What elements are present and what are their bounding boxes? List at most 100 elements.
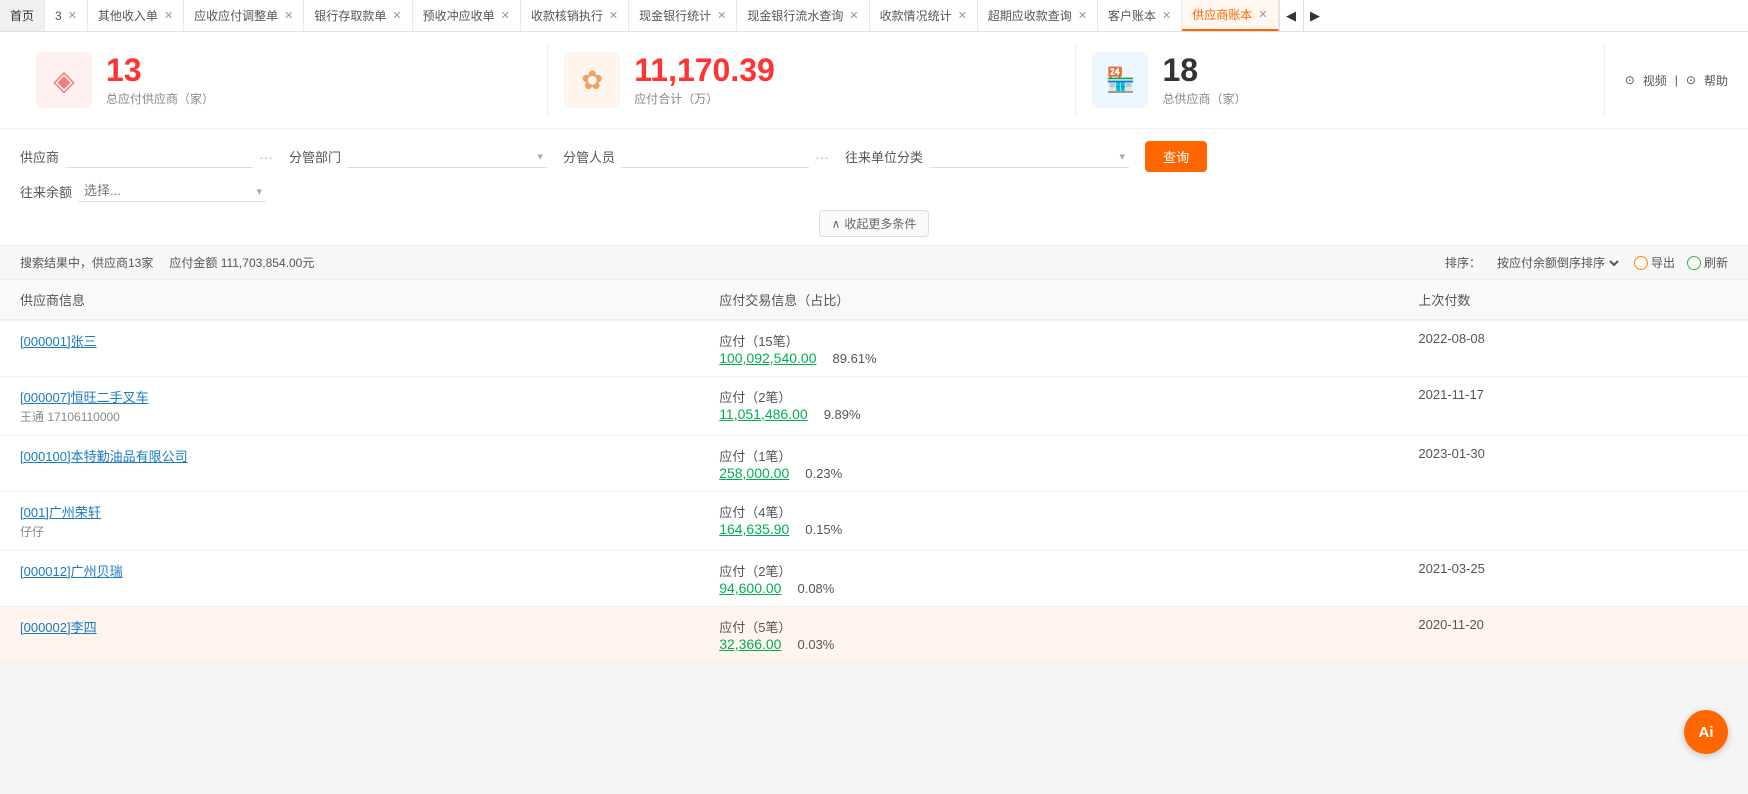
- dept-select-wrap[interactable]: ▾: [347, 146, 547, 168]
- refresh-label: 刷新: [1704, 254, 1728, 271]
- nav-tab-other-income-close[interactable]: ✕: [164, 9, 173, 22]
- supplier-link[interactable]: [000007]恒旺二手叉车: [20, 390, 149, 405]
- nav-tab-customer-ledger[interactable]: 客户账本 ✕: [1098, 0, 1182, 31]
- top-nav: 首页 3 ✕ 其他收入单 ✕ 应收应付调整单 ✕ 银行存取款单 ✕ 预收冲应收单…: [0, 0, 1748, 32]
- pay-count: 应付（2笔）: [719, 387, 1378, 406]
- pay-count: 应付（2笔）: [719, 561, 1378, 580]
- ai-button[interactable]: Ai: [1684, 710, 1728, 754]
- export-button[interactable]: 导出: [1634, 254, 1675, 271]
- pay-amount-link[interactable]: 11,051,486.00: [719, 406, 808, 422]
- nav-tab-3-close[interactable]: ✕: [68, 9, 77, 22]
- nav-tab-3[interactable]: 3 ✕: [45, 0, 88, 31]
- supplier-link[interactable]: [000001]张三: [20, 334, 97, 349]
- table-header-row: 供应商信息 应付交易信息（占比） 上次付数: [0, 280, 1748, 320]
- nav-tab-supplier-ledger[interactable]: 供应商账本 ✕: [1182, 0, 1278, 31]
- nav-tab-pre-collect[interactable]: 预收冲应收单 ✕: [413, 0, 521, 31]
- nav-tab-supplier-ledger-close[interactable]: ✕: [1258, 8, 1267, 21]
- nav-tab-cash-stat-close[interactable]: ✕: [717, 9, 726, 22]
- col-last-pay: 上次付数: [1398, 280, 1748, 320]
- nav-tab-collect-stat[interactable]: 收款情况统计 ✕: [870, 0, 978, 31]
- balance-filter-input[interactable]: [78, 180, 266, 202]
- nav-tab-cash-stat[interactable]: 现金银行统计 ✕: [629, 0, 737, 31]
- nav-tab-overdue-ar-close[interactable]: ✕: [1078, 9, 1087, 22]
- pay-amount-link[interactable]: 100,092,540.00: [719, 350, 816, 366]
- unit-type-label: 往来单位分类: [845, 147, 923, 166]
- links-separator: |: [1675, 73, 1678, 87]
- nav-tab-other-income[interactable]: 其他收入单 ✕: [88, 0, 184, 31]
- collapse-filter-button[interactable]: ∧ 收起更多条件: [819, 210, 930, 237]
- last-pay-cell: [1398, 492, 1748, 551]
- pay-amount-link[interactable]: 164,635.90: [719, 521, 789, 537]
- nav-tab-payment-exec-close[interactable]: ✕: [609, 9, 618, 22]
- stat-icon-diamond: ◈: [36, 52, 92, 108]
- nav-tab-home-label: 首页: [10, 7, 34, 24]
- pay-info-cell: 应付（4笔） 164,635.90 0.15%: [699, 492, 1398, 551]
- nav-tab-bank-deposit-label: 银行存取款单: [314, 7, 386, 24]
- nav-tab-cash-flow[interactable]: 现金银行流水查询 ✕: [737, 0, 869, 31]
- table-row: [000100]本特勤油品有限公司应付（1笔） 258,000.00 0.23%…: [0, 436, 1748, 492]
- nav-tab-bank-deposit[interactable]: 银行存取款单 ✕: [304, 0, 412, 31]
- supplier-link[interactable]: [001]广州荣轩: [20, 505, 101, 520]
- collapse-up-icon: ∧: [832, 217, 841, 231]
- supplier-info-cell: [001]广州荣轩仔仔: [0, 492, 699, 551]
- person-filter-label: 分管人员: [563, 147, 615, 166]
- nav-tab-home[interactable]: 首页: [0, 0, 45, 31]
- pay-pct: 0.08%: [797, 581, 834, 596]
- pay-pct: 0.03%: [797, 637, 834, 652]
- stat-card-ap-total: ✿ 11,170.39 应付合计（万）: [548, 44, 1076, 116]
- sort-label: 排序：: [1445, 254, 1481, 271]
- nav-prev-arrow[interactable]: ◀: [1279, 0, 1303, 32]
- supplier-info-cell: [000007]恒旺二手叉车王通 17106110000: [0, 377, 699, 436]
- result-bar-right: 排序： 按应付余额倒序排序 导出 刷新: [1445, 254, 1728, 271]
- export-label: 导出: [1651, 254, 1675, 271]
- nav-tab-cash-flow-close[interactable]: ✕: [849, 9, 858, 22]
- nav-tab-collect-stat-close[interactable]: ✕: [958, 9, 967, 22]
- unit-type-input[interactable]: [929, 146, 1129, 168]
- stat-icon-flower: ✿: [564, 52, 620, 108]
- pay-info-row: 32,366.00 0.03%: [719, 636, 1378, 652]
- pay-info-row: 100,092,540.00 89.61%: [719, 350, 1378, 366]
- supplier-filter-dots[interactable]: ···: [259, 149, 273, 165]
- nav-tab-pre-collect-close[interactable]: ✕: [501, 9, 510, 22]
- dept-filter-input[interactable]: [347, 146, 547, 168]
- help-link[interactable]: 帮助: [1704, 72, 1728, 89]
- pay-amount-link[interactable]: 32,366.00: [719, 636, 781, 652]
- nav-tab-ar-ap-adjust-close[interactable]: ✕: [284, 9, 293, 22]
- nav-tab-pre-collect-label: 预收冲应收单: [423, 7, 495, 24]
- ap-supplier-label: 总应付供应商（家）: [106, 90, 214, 107]
- nav-tab-payment-exec[interactable]: 收款核销执行 ✕: [521, 0, 629, 31]
- table-row: [000007]恒旺二手叉车王通 17106110000应付（2笔） 11,05…: [0, 377, 1748, 436]
- supplier-filter-input[interactable]: [65, 146, 253, 168]
- supplier-link[interactable]: [000002]李四: [20, 620, 97, 635]
- pay-info-cell: 应付（2笔） 11,051,486.00 9.89%: [699, 377, 1398, 436]
- table-row: [000002]李四应付（5笔） 32,366.00 0.03% 2020-11…: [0, 607, 1748, 663]
- video-link[interactable]: 视频: [1643, 72, 1667, 89]
- help-icon: ⊙: [1686, 73, 1696, 87]
- unit-type-select-wrap[interactable]: ▾: [929, 146, 1129, 168]
- search-button[interactable]: 查询: [1145, 141, 1207, 172]
- pay-count: 应付（1笔）: [719, 446, 1378, 465]
- sort-select[interactable]: 按应付余额倒序排序: [1493, 255, 1622, 271]
- supplier-link[interactable]: [000012]广州贝瑞: [20, 564, 123, 579]
- filter-row-1: 供应商 ··· 分管部门 ▾ 分管人员 ··· 往来单位分类 ▾ 查询: [20, 141, 1728, 172]
- supplier-link[interactable]: [000100]本特勤油品有限公司: [20, 449, 188, 464]
- refresh-button[interactable]: 刷新: [1687, 254, 1728, 271]
- nav-tab-ar-ap-adjust[interactable]: 应收应付调整单 ✕: [184, 0, 304, 31]
- header-links: ⊙ 视频 | ⊙ 帮助: [1605, 44, 1728, 116]
- refresh-icon: [1687, 256, 1701, 270]
- nav-tab-overdue-ar[interactable]: 超期应收款查询 ✕: [978, 0, 1098, 31]
- nav-tab-bank-deposit-close[interactable]: ✕: [392, 9, 401, 22]
- balance-select-wrap[interactable]: ▾: [78, 180, 266, 202]
- nav-next-arrow[interactable]: ▶: [1303, 0, 1327, 32]
- total-supplier-count: 18: [1162, 53, 1246, 88]
- pay-amount-link[interactable]: 258,000.00: [719, 465, 789, 481]
- filter-balance: 往来余额 ▾: [20, 180, 266, 202]
- person-filter-dots[interactable]: ···: [815, 149, 829, 165]
- stat-card-ap-suppliers: ◈ 13 总应付供应商（家）: [20, 44, 548, 116]
- supplier-filter-label: 供应商: [20, 147, 59, 166]
- pay-amount-link[interactable]: 94,600.00: [719, 580, 781, 596]
- person-filter-input[interactable]: [621, 146, 809, 168]
- filter-row-2: 往来余额 ▾: [20, 180, 1728, 202]
- nav-tab-customer-ledger-close[interactable]: ✕: [1162, 9, 1171, 22]
- nav-tab-customer-ledger-label: 客户账本: [1108, 7, 1156, 24]
